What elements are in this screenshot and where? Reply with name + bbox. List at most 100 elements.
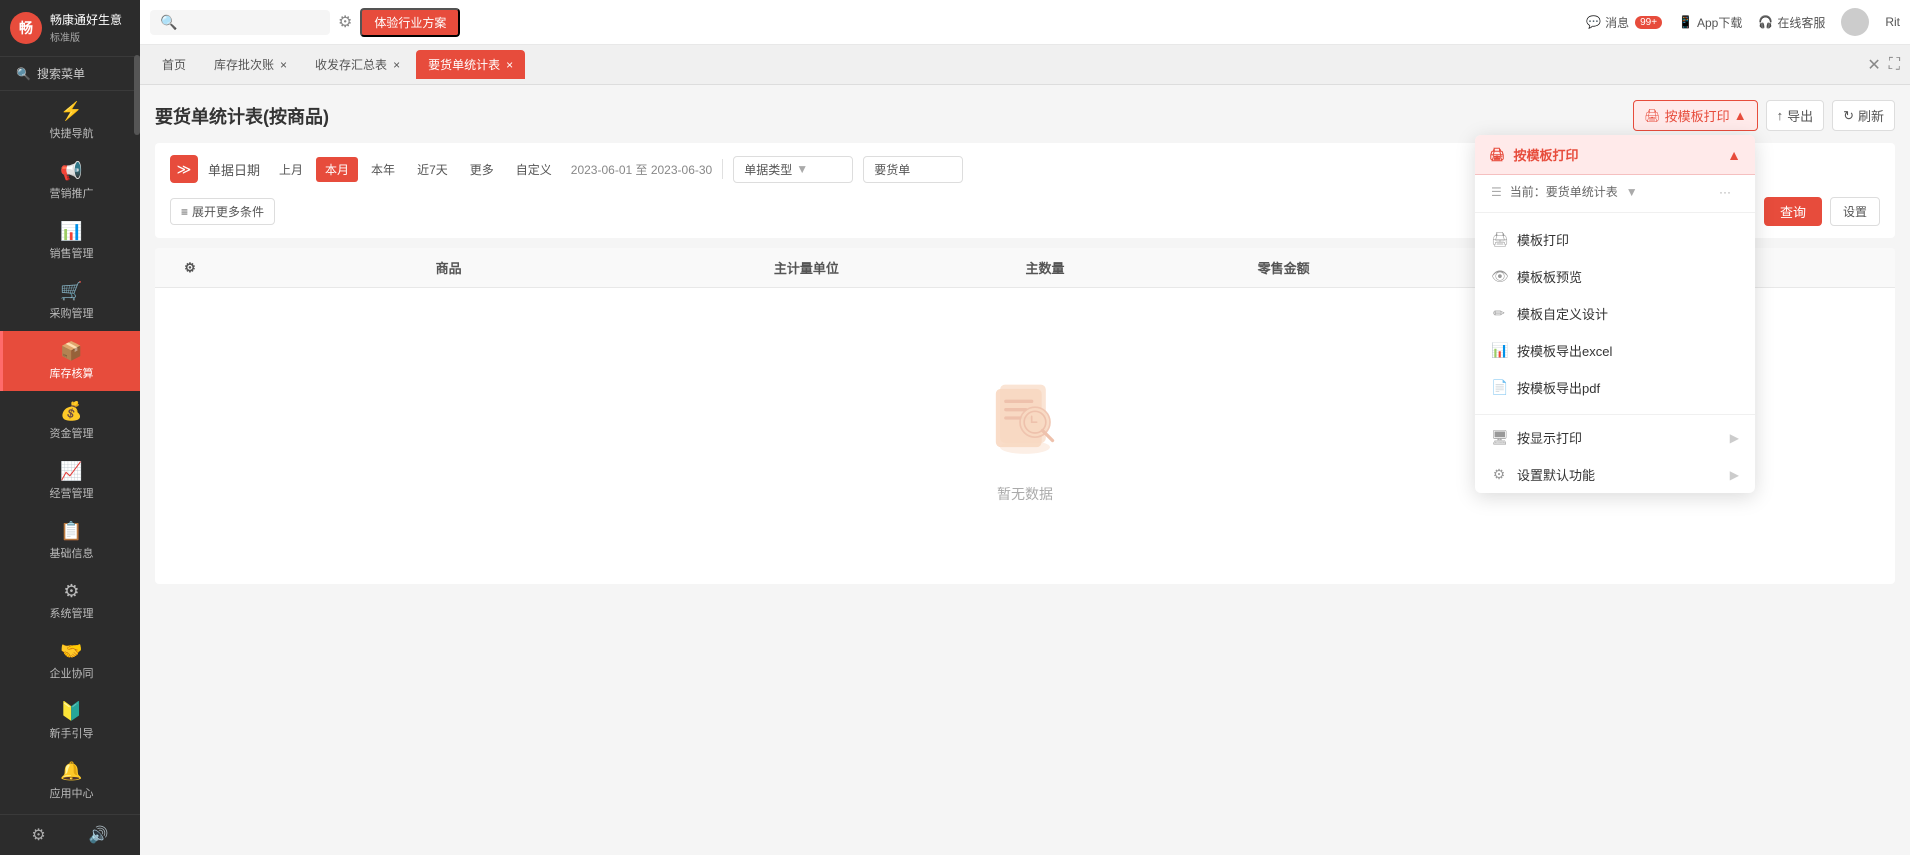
sidebar-item-quick-nav[interactable]: ⚡ 快捷导航 bbox=[0, 91, 140, 151]
export-pdf-icon: 📄 bbox=[1491, 379, 1507, 396]
tab-close-receivables[interactable]: × bbox=[393, 58, 400, 72]
finance-icon: 💰 bbox=[60, 401, 82, 422]
header-gear-icon[interactable]: ⚙ bbox=[338, 12, 352, 32]
dropdown-item-template-preview[interactable]: 👁 模板板预览 bbox=[1475, 258, 1755, 295]
export-icon: ↑ bbox=[1777, 108, 1784, 123]
tabbar: 首页 库存批次账 × 收发存汇总表 × 要货单统计表 × ✕ ⛶ bbox=[140, 45, 1910, 85]
col-qty-header: 主数量 bbox=[926, 258, 1165, 277]
sidebar-logo: 畅 畅康通好生意 标准版 bbox=[0, 0, 140, 57]
expand-icon: ≡ bbox=[181, 205, 188, 219]
empty-icon bbox=[975, 368, 1075, 468]
notifications-badge[interactable]: 💬 消息 99+ bbox=[1586, 14, 1662, 31]
page-actions: 🖨 按模板打印 ▲ ↑ 导出 ↻ 刷新 bbox=[1633, 100, 1895, 131]
export-btn[interactable]: ↑ 导出 bbox=[1766, 100, 1825, 131]
date-btn-this-month[interactable]: 本月 bbox=[316, 157, 358, 182]
date-btn-more[interactable]: 更多 bbox=[461, 157, 503, 182]
filter-settings-btn[interactable]: 设置 bbox=[1830, 197, 1880, 226]
date-btn-custom[interactable]: 自定义 bbox=[507, 157, 561, 182]
print-btn[interactable]: 🖨 按模板打印 ▲ bbox=[1633, 100, 1757, 131]
sidebar-scrollbar[interactable] bbox=[134, 55, 140, 135]
sidebar-item-finance[interactable]: 💰 资金管理 bbox=[0, 391, 140, 451]
sidebar-item-sales[interactable]: 📊 销售管理 bbox=[0, 211, 140, 271]
dropdown-current-icon: ☰ bbox=[1491, 185, 1502, 199]
app-logo-icon: 畅 bbox=[10, 12, 42, 44]
dropdown-item-export-excel[interactable]: 📊 按模板导出excel bbox=[1475, 332, 1755, 369]
col-settings-header[interactable]: ⚙ bbox=[170, 260, 210, 276]
goods-filter-input[interactable]: 要货单 bbox=[863, 156, 963, 183]
tab-home[interactable]: 首页 bbox=[150, 50, 198, 79]
dropdown-item-template-design[interactable]: ✏ 模板自定义设计 bbox=[1475, 295, 1755, 332]
col-unit-header: 主计量单位 bbox=[687, 258, 926, 277]
username-label[interactable]: Rit bbox=[1885, 15, 1900, 29]
tab-close-order-stats[interactable]: × bbox=[506, 58, 513, 72]
sidebar-item-beginner[interactable]: 🔰 新手引导 bbox=[0, 691, 140, 751]
dropdown-section: 🖨 模板打印 👁 模板板预览 ✏ 模板自定义设计 📊 按模板导出excel 📄 … bbox=[1475, 217, 1755, 410]
expand-more-btn[interactable]: ≡ 展开更多条件 bbox=[170, 198, 275, 225]
search-icon: 🔍 bbox=[16, 67, 31, 81]
dropdown-item-set-default[interactable]: ⚙ 设置默认功能 ▶ bbox=[1475, 456, 1755, 493]
empty-text: 暂无数据 bbox=[997, 484, 1053, 504]
appstore-icon: 🔔 bbox=[60, 761, 82, 782]
beginner-icon: 🔰 bbox=[60, 701, 82, 722]
dropdown-more-icon[interactable]: ··· bbox=[1719, 185, 1731, 199]
sidebar-item-purchase[interactable]: 🛒 采购管理 bbox=[0, 271, 140, 331]
sidebar-search[interactable]: 🔍 搜索菜单 bbox=[0, 57, 140, 91]
display-print-icon: 🖥 bbox=[1491, 429, 1507, 446]
dropdown-item-display-print[interactable]: 🖥 按显示打印 ▶ bbox=[1475, 419, 1755, 456]
refresh-btn[interactable]: ↻ 刷新 bbox=[1832, 100, 1895, 131]
template-print-icon: 🖨 bbox=[1491, 231, 1507, 248]
order-type-select[interactable]: 单据类型 ▼ bbox=[733, 156, 853, 183]
col-amount-header: 零售金额 bbox=[1164, 258, 1403, 277]
date-buttons: 上月 本月 本年 近7天 更多 自定义 bbox=[270, 157, 561, 182]
sidebar-footer: ⚙ 🔊 bbox=[0, 814, 140, 855]
sidebar-item-basics[interactable]: 📋 基础信息 bbox=[0, 511, 140, 571]
display-print-arrow-icon: ▶ bbox=[1730, 431, 1739, 445]
sidebar-nav: ⚡ 快捷导航 📢 营销推广 📊 销售管理 🛒 采购管理 📦 库存核算 💰 资金管… bbox=[0, 91, 140, 814]
dropdown-close-icon[interactable]: ▲ bbox=[1727, 147, 1741, 163]
tab-inventory-batch[interactable]: 库存批次账 × bbox=[202, 50, 299, 79]
tab-receivables[interactable]: 收发存汇总表 × bbox=[303, 50, 412, 79]
header-search-area[interactable]: 🔍 bbox=[150, 10, 330, 35]
set-default-arrow-icon: ▶ bbox=[1730, 468, 1739, 482]
sidebar: 畅 畅康通好生意 标准版 🔍 搜索菜单 ⚡ 快捷导航 📢 营销推广 📊 销售管理… bbox=[0, 0, 140, 855]
sidebar-item-marketing[interactable]: 📢 营销推广 bbox=[0, 151, 140, 211]
header-search-input[interactable] bbox=[177, 15, 297, 29]
basics-icon: 📋 bbox=[60, 521, 82, 542]
sidebar-item-appstore[interactable]: 🔔 应用中心 bbox=[0, 751, 140, 811]
app-download-btn[interactable]: 📱 App下载 bbox=[1678, 14, 1742, 31]
marketing-icon: 📢 bbox=[60, 161, 82, 182]
header-search-icon: 🔍 bbox=[160, 14, 177, 31]
phone-icon: 📱 bbox=[1678, 15, 1693, 29]
date-btn-last-month[interactable]: 上月 bbox=[270, 157, 312, 182]
sidebar-item-cooperation[interactable]: 🤝 企业协同 bbox=[0, 631, 140, 691]
sidebar-item-system[interactable]: ⚙ 系统管理 bbox=[0, 571, 140, 631]
col-goods-header: 商品 bbox=[210, 258, 687, 277]
print-dropdown: 🖨 按模板打印 ▲ ☰ 当前：要货单统计表 ▼ ··· 🖨 模板打印 👁 模板板… bbox=[1475, 135, 1755, 493]
template-design-icon: ✏ bbox=[1491, 305, 1507, 322]
user-avatar[interactable] bbox=[1841, 8, 1869, 36]
online-service-btn[interactable]: 🎧 在线客服 bbox=[1758, 14, 1825, 31]
sidebar-item-inventory[interactable]: 📦 库存核算 bbox=[0, 331, 140, 391]
sidebar-settings-icon[interactable]: ⚙ bbox=[31, 825, 45, 845]
dropdown-item-template-print[interactable]: 🖨 模板打印 bbox=[1475, 221, 1755, 258]
tabbar-expand-icon[interactable]: ⛶ bbox=[1889, 56, 1900, 74]
dropdown-divider-1 bbox=[1475, 212, 1755, 213]
query-btn[interactable]: 查询 bbox=[1764, 197, 1822, 226]
app-logo-text: 畅康通好生意 标准版 bbox=[50, 12, 122, 44]
tab-order-stats[interactable]: 要货单统计表 × bbox=[416, 50, 525, 79]
date-label: 单据日期 bbox=[208, 160, 260, 179]
header-right: 💬 消息 99+ 📱 App下载 🎧 在线客服 Rit bbox=[1586, 8, 1900, 36]
filter-toggle-btn[interactable]: ≫ bbox=[170, 155, 198, 183]
filter-action-btns: 查询 设置 bbox=[1764, 197, 1880, 226]
trial-button[interactable]: 体验行业方案 bbox=[360, 8, 460, 37]
print-arrow-icon: ▲ bbox=[1734, 108, 1747, 123]
date-btn-7days[interactable]: 近7天 bbox=[408, 157, 457, 182]
tab-close-inventory-batch[interactable]: × bbox=[280, 58, 287, 72]
quick-nav-icon: ⚡ bbox=[60, 101, 82, 122]
sidebar-volume-icon[interactable]: 🔊 bbox=[89, 825, 109, 845]
date-btn-this-year[interactable]: 本年 bbox=[362, 157, 404, 182]
dropdown-item-export-pdf[interactable]: 📄 按模板导出pdf bbox=[1475, 369, 1755, 406]
purchase-icon: 🛒 bbox=[60, 281, 82, 302]
sidebar-item-operations[interactable]: 📈 经营管理 bbox=[0, 451, 140, 511]
tabbar-close-icon[interactable]: ✕ bbox=[1867, 55, 1880, 75]
